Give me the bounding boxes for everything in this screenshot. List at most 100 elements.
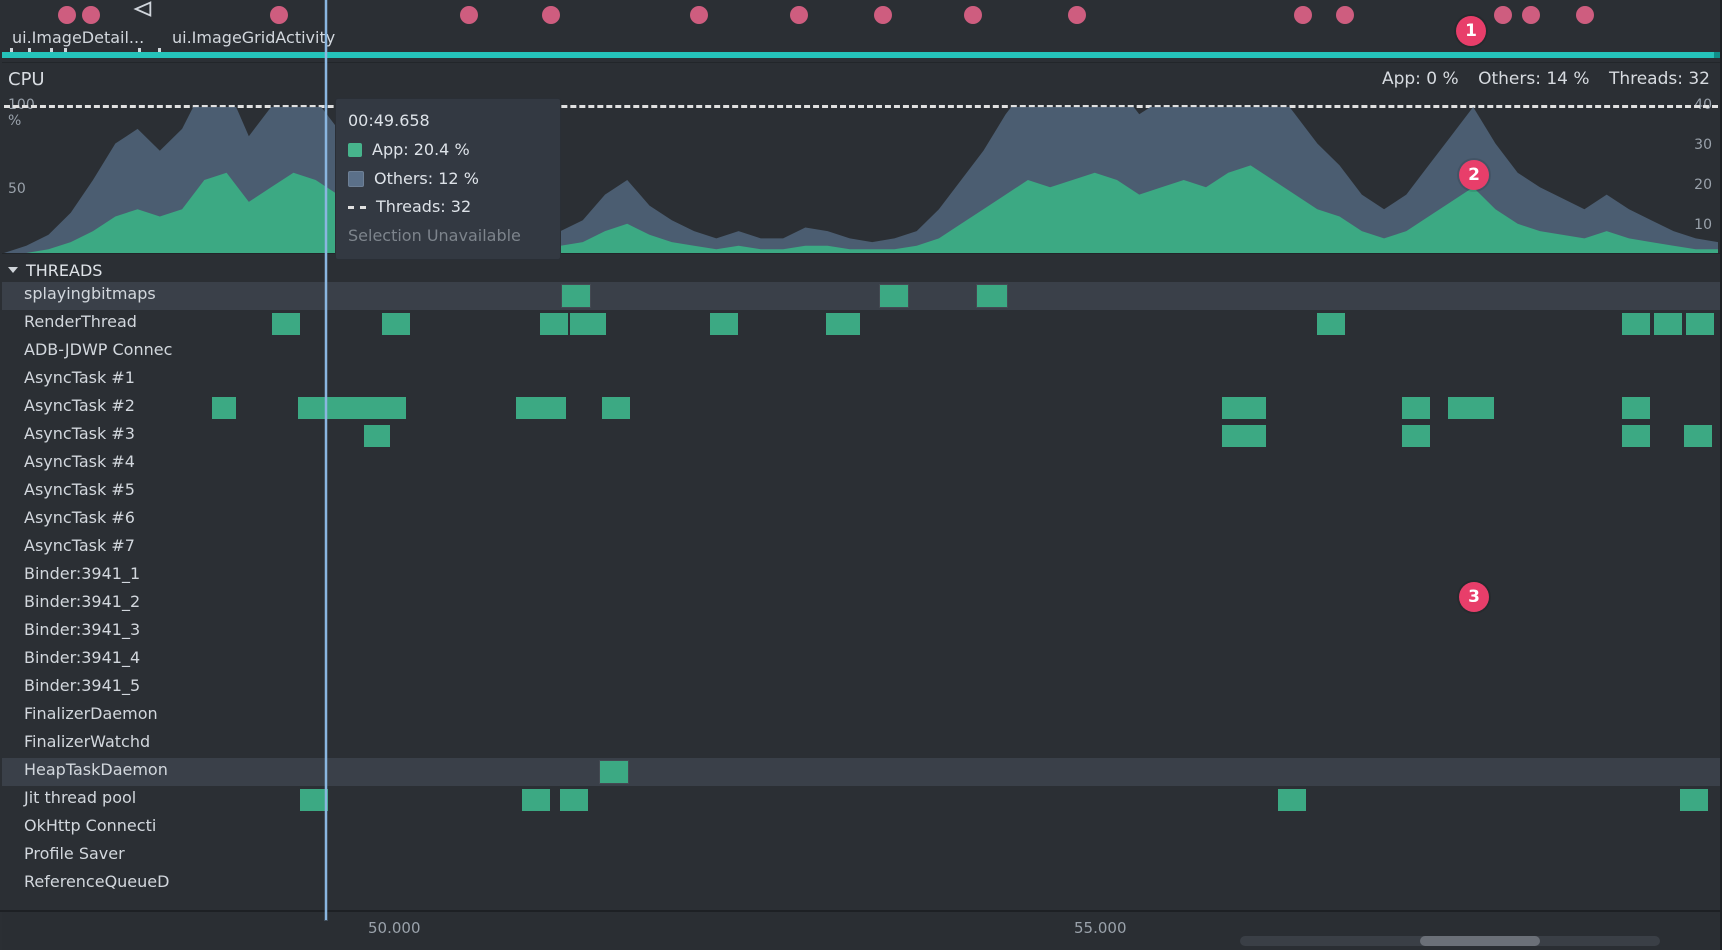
activity-block[interactable]: [1654, 313, 1682, 335]
event-dot-icon[interactable]: [690, 6, 708, 24]
activity-block[interactable]: [1222, 425, 1266, 447]
thread-row[interactable]: AsyncTask #7: [2, 534, 1720, 562]
thread-row[interactable]: RenderThread: [2, 310, 1720, 338]
activity-block[interactable]: [600, 761, 628, 783]
event-dot-icon[interactable]: [874, 6, 892, 24]
thread-row[interactable]: Binder:3941_5: [2, 674, 1720, 702]
activity-block[interactable]: [560, 789, 588, 811]
activity-block[interactable]: [710, 313, 738, 335]
cpu-chart[interactable]: CPU App: 0 % Others: 14 % Threads: 32 10…: [2, 62, 1720, 254]
activity-block[interactable]: [826, 313, 860, 335]
thread-track[interactable]: [197, 506, 1720, 534]
activity-block[interactable]: [1317, 313, 1345, 335]
activity-block[interactable]: [1402, 425, 1430, 447]
thread-track[interactable]: [197, 422, 1720, 450]
event-dot-icon[interactable]: [790, 6, 808, 24]
thread-track[interactable]: [197, 366, 1720, 394]
thread-track[interactable]: [197, 674, 1720, 702]
thread-row[interactable]: ADB-JDWP Connec: [2, 338, 1720, 366]
activity-block[interactable]: [1222, 397, 1266, 419]
activity-block[interactable]: [1680, 789, 1708, 811]
thread-track[interactable]: [197, 562, 1720, 590]
activity-block[interactable]: [1448, 397, 1494, 419]
threads-pane[interactable]: THREADS splayingbitmapsRenderThreadADB-J…: [2, 258, 1720, 910]
event-dot-icon[interactable]: [542, 6, 560, 24]
activity-block[interactable]: [540, 313, 568, 335]
thread-track[interactable]: [197, 534, 1720, 562]
thread-row[interactable]: AsyncTask #4: [2, 450, 1720, 478]
activity-block[interactable]: [1622, 397, 1650, 419]
thread-track[interactable]: [197, 730, 1720, 758]
thread-track[interactable]: [197, 450, 1720, 478]
activity-block[interactable]: [1622, 313, 1650, 335]
activity-block[interactable]: [1686, 313, 1714, 335]
thread-name: Binder:3941_3: [24, 620, 140, 639]
thread-row[interactable]: AsyncTask #1: [2, 366, 1720, 394]
thread-row[interactable]: AsyncTask #5: [2, 478, 1720, 506]
thread-track[interactable]: [197, 394, 1720, 422]
thread-track[interactable]: [197, 590, 1720, 618]
thread-row[interactable]: Jit thread pool: [2, 786, 1720, 814]
event-dot-icon[interactable]: [58, 6, 76, 24]
thread-row[interactable]: Profile Saver: [2, 842, 1720, 870]
thread-track[interactable]: [197, 618, 1720, 646]
event-dot-icon[interactable]: [1336, 6, 1354, 24]
event-dot-icon[interactable]: [270, 6, 288, 24]
thread-track[interactable]: [197, 814, 1720, 842]
event-dot-icon[interactable]: [1068, 6, 1086, 24]
activity-block[interactable]: [977, 285, 1007, 307]
thread-name: FinalizerWatchd: [24, 732, 150, 751]
thread-track[interactable]: [197, 310, 1720, 338]
thread-track[interactable]: [197, 758, 1720, 786]
event-dot-icon[interactable]: [460, 6, 478, 24]
thread-track[interactable]: [197, 282, 1720, 310]
threads-header[interactable]: THREADS: [2, 258, 1720, 282]
time-cursor[interactable]: [325, 0, 327, 920]
thread-row[interactable]: AsyncTask #2: [2, 394, 1720, 422]
thread-track[interactable]: [197, 786, 1720, 814]
thread-name: FinalizerDaemon: [24, 704, 158, 723]
thread-track[interactable]: [197, 646, 1720, 674]
thread-track[interactable]: [197, 702, 1720, 730]
thread-row[interactable]: FinalizerWatchd: [2, 730, 1720, 758]
activity-block[interactable]: [570, 313, 606, 335]
event-dot-icon[interactable]: [1522, 6, 1540, 24]
thread-row[interactable]: AsyncTask #3: [2, 422, 1720, 450]
activity-block[interactable]: [1278, 789, 1306, 811]
activity-block[interactable]: [300, 789, 328, 811]
thread-track[interactable]: [197, 478, 1720, 506]
horizontal-scrollbar[interactable]: [1240, 936, 1660, 946]
cpu-track-bar[interactable]: [2, 52, 1720, 58]
activity-block[interactable]: [382, 313, 410, 335]
thread-row[interactable]: AsyncTask #6: [2, 506, 1720, 534]
event-dot-icon[interactable]: [1494, 6, 1512, 24]
thread-row[interactable]: splayingbitmaps: [2, 282, 1720, 310]
thread-row[interactable]: ReferenceQueueD: [2, 870, 1720, 898]
tooltip-app: App: 20.4 %: [372, 136, 470, 165]
activity-block[interactable]: [1402, 397, 1430, 419]
activity-block[interactable]: [212, 397, 236, 419]
activity-block[interactable]: [562, 285, 590, 307]
event-dot-icon[interactable]: [82, 6, 100, 24]
thread-track[interactable]: [197, 842, 1720, 870]
thread-track[interactable]: [197, 338, 1720, 366]
activity-block[interactable]: [602, 397, 630, 419]
activity-block[interactable]: [880, 285, 908, 307]
thread-track[interactable]: [197, 870, 1720, 898]
thread-row[interactable]: FinalizerDaemon: [2, 702, 1720, 730]
activity-block[interactable]: [272, 313, 300, 335]
activity-block[interactable]: [1622, 425, 1650, 447]
activity-block[interactable]: [522, 789, 550, 811]
event-dot-icon[interactable]: [964, 6, 982, 24]
thread-row[interactable]: Binder:3941_3: [2, 618, 1720, 646]
event-dot-icon[interactable]: [1576, 6, 1594, 24]
activity-block[interactable]: [1684, 425, 1712, 447]
activity-block[interactable]: [364, 425, 390, 447]
thread-row[interactable]: HeapTaskDaemon: [2, 758, 1720, 786]
thread-row[interactable]: OkHttp Connecti: [2, 814, 1720, 842]
activity-block[interactable]: [516, 397, 566, 419]
thread-row[interactable]: Binder:3941_4: [2, 646, 1720, 674]
event-dot-icon[interactable]: [1294, 6, 1312, 24]
activity-block[interactable]: [298, 397, 406, 419]
time-axis[interactable]: 50.000 55.000: [2, 911, 1720, 950]
